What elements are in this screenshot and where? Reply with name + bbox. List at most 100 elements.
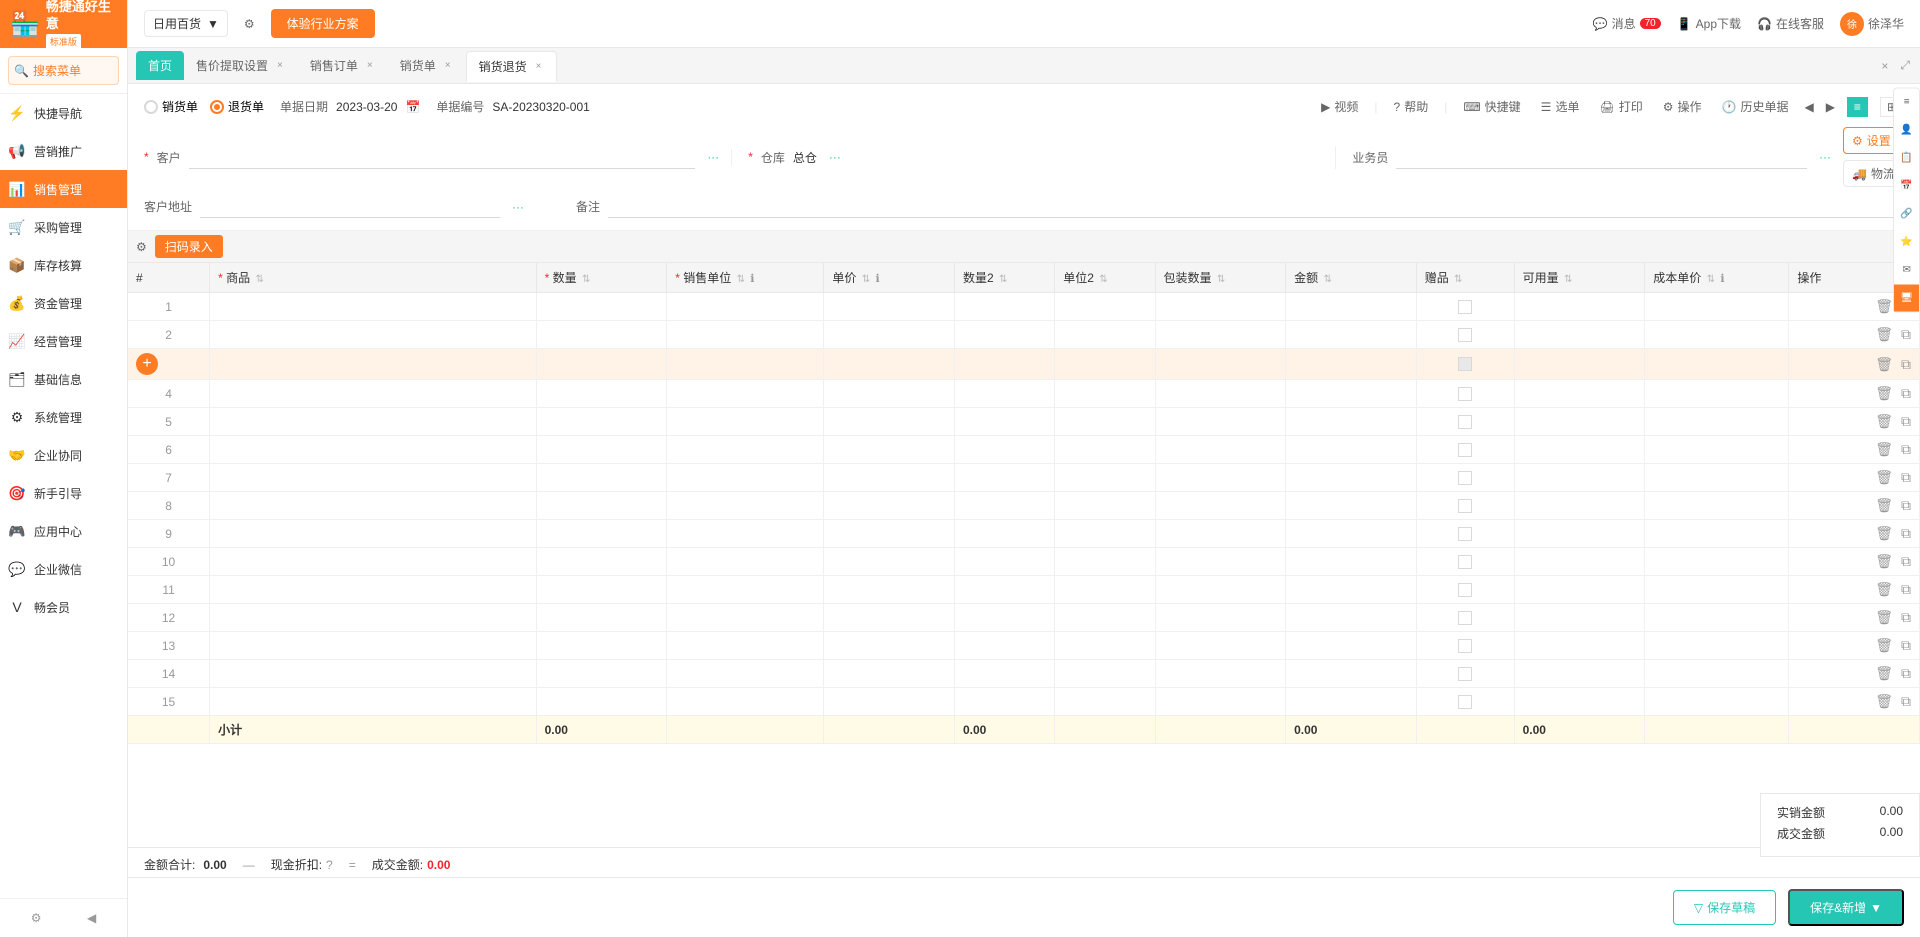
scan-input-btn[interactable]: 扫码录入 — [155, 235, 223, 258]
nav-prev-btn[interactable]: ◀ — [1804, 100, 1813, 114]
table-settings-btn[interactable]: ⚙ — [136, 240, 147, 254]
warehouse-ellipsis-btn[interactable]: ··· — [825, 150, 845, 164]
select-btn[interactable]: ☰ 选单 — [1537, 96, 1584, 117]
sidebar-item-inventory[interactable]: 📦 库存核算 — [0, 246, 127, 284]
save-new-btn[interactable]: 保存&新增 ▼ — [1788, 889, 1904, 926]
copy-btn[interactable]: ⧉ — [1901, 525, 1911, 542]
avail-cell-3[interactable] — [1514, 349, 1645, 380]
amount-cell-3[interactable] — [1286, 349, 1417, 380]
side-panel-3-btn[interactable]: 📋 — [1894, 145, 1919, 172]
qty-cell-1[interactable] — [536, 293, 667, 321]
sidebar-item-apps[interactable]: 🎮 应用中心 — [0, 512, 127, 550]
save-draft-btn[interactable]: ▽ 保存草稿 — [1673, 890, 1776, 925]
cost-cell-3[interactable] — [1645, 349, 1789, 380]
sort-amount-icon[interactable]: ⇅ — [1323, 274, 1331, 285]
copy-btn[interactable]: ⧉ — [1901, 413, 1911, 430]
sidebar-collapse-btn[interactable]: ◀ — [83, 907, 100, 929]
copy-btn[interactable]: ⧉ — [1901, 441, 1911, 458]
sidebar-item-sales[interactable]: 📊 销售管理 — [0, 170, 127, 208]
tab-sales-delivery[interactable]: 销货单 × — [388, 51, 466, 80]
tab-sales-order[interactable]: 销售订单 × — [298, 51, 388, 80]
table-scroll-area[interactable]: # * 商品 ⇅ * 数量 ⇅ * — [128, 263, 1920, 847]
tab-maximize-btn[interactable]: ⤢ — [1898, 56, 1912, 75]
sidebar-item-cooperation[interactable]: 🤝 企业协同 — [0, 436, 127, 474]
sidebar-item-quick-nav[interactable]: ⚡ 快捷导航 — [0, 94, 127, 132]
tab-close-sales-delivery[interactable]: × — [442, 59, 454, 72]
sort-cost-icon[interactable]: ⇅ — [1707, 274, 1715, 285]
sort-qty2-icon[interactable]: ⇅ — [999, 274, 1007, 285]
qty-cell-2[interactable] — [536, 321, 667, 349]
pkg-cell-1[interactable] — [1155, 293, 1286, 321]
sidebar-item-finance[interactable]: 💰 资金管理 — [0, 284, 127, 322]
product-cell-1[interactable] — [210, 293, 536, 321]
note-input[interactable] — [608, 195, 1904, 218]
gift-cell-2[interactable] — [1416, 321, 1514, 349]
copy-row-2-btn[interactable]: ⧉ — [1901, 326, 1911, 343]
side-panel-5-btn[interactable]: 🔗 — [1894, 201, 1919, 228]
sort-gift-icon[interactable]: ⇅ — [1454, 274, 1462, 285]
avail-cell-2[interactable] — [1514, 321, 1645, 349]
copy-btn[interactable]: ⧉ — [1901, 665, 1911, 682]
radio-delivery[interactable]: 销货单 — [144, 98, 198, 115]
copy-btn[interactable]: ⧉ — [1901, 609, 1911, 626]
sidebar-item-system[interactable]: ⚙ 系统管理 — [0, 398, 127, 436]
price-cell-1[interactable] — [824, 293, 955, 321]
tab-close-all-btn[interactable]: × — [1879, 57, 1890, 75]
print-btn[interactable]: 🖨 打印 — [1595, 96, 1646, 117]
cost-cell-2[interactable] — [1645, 321, 1789, 349]
amount-cell-2[interactable] — [1286, 321, 1417, 349]
sidebar-item-marketing[interactable]: 📢 营销推广 — [0, 132, 127, 170]
copy-btn[interactable]: ⧉ — [1901, 693, 1911, 710]
qty2-cell-2[interactable] — [954, 321, 1054, 349]
message-btn[interactable]: 💬 消息 70 — [1593, 15, 1661, 32]
side-panel-8-btn[interactable]: 🖥 — [1894, 285, 1919, 312]
user-menu-btn[interactable]: 徐 徐泽华 — [1840, 12, 1904, 36]
price-info-icon[interactable]: ℹ — [875, 273, 879, 285]
app-download-btn[interactable]: 📱 App下载 — [1677, 15, 1741, 32]
delete-btn[interactable]: 🗑 — [1875, 497, 1893, 514]
nav-next-btn[interactable]: ▶ — [1826, 100, 1835, 114]
cost-cell-1[interactable] — [1645, 293, 1789, 321]
copy-row-3-btn[interactable]: ⧉ — [1901, 356, 1911, 373]
unit-cell-3[interactable] — [667, 349, 824, 380]
delete-btn[interactable]: 🗑 — [1875, 413, 1893, 430]
pkg-cell-3[interactable] — [1155, 349, 1286, 380]
unit2-cell-2[interactable] — [1055, 321, 1155, 349]
delete-row-2-btn[interactable]: 🗑 — [1875, 326, 1893, 343]
trial-btn[interactable]: 体验行业方案 — [271, 9, 375, 38]
copy-btn[interactable]: ⧉ — [1901, 385, 1911, 402]
delete-btn[interactable]: 🗑 — [1875, 469, 1893, 486]
delete-btn[interactable]: 🗑 — [1875, 581, 1893, 598]
product-cell-2[interactable] — [210, 321, 536, 349]
history-btn[interactable]: 🕐 历史单据 — [1717, 96, 1792, 117]
unit-info-icon[interactable]: ℹ — [750, 273, 754, 285]
online-service-btn[interactable]: 🎧 在线客服 — [1757, 15, 1824, 32]
avail-cell-1[interactable] — [1514, 293, 1645, 321]
customer-input[interactable] — [189, 146, 696, 169]
shortcut-btn[interactable]: ⌨ 快捷键 — [1459, 96, 1524, 117]
sort-product-icon[interactable]: ⇅ — [255, 274, 263, 285]
topbar-settings-btn[interactable]: ⚙ — [240, 13, 259, 35]
salesman-input[interactable] — [1396, 146, 1807, 169]
list-view-btn[interactable]: ≡ — [1847, 97, 1868, 117]
help-btn[interactable]: ? 帮助 — [1390, 96, 1433, 117]
copy-btn[interactable]: ⧉ — [1901, 497, 1911, 514]
add-row-btn[interactable]: + — [136, 353, 158, 375]
sort-qty-icon[interactable]: ⇅ — [582, 274, 590, 285]
copy-btn[interactable]: ⧉ — [1901, 637, 1911, 654]
address-ellipsis-btn[interactable]: ··· — [508, 200, 528, 214]
delete-btn[interactable]: 🗑 — [1875, 665, 1893, 682]
tab-close-price-setting[interactable]: × — [274, 59, 286, 72]
unit-cell-1[interactable] — [667, 293, 824, 321]
delete-row-1-btn[interactable]: 🗑 — [1875, 298, 1893, 315]
tab-home[interactable]: 首页 — [136, 51, 184, 80]
calendar-icon[interactable]: 📅 — [405, 100, 420, 114]
video-btn[interactable]: ▶ 视频 — [1317, 96, 1362, 117]
tab-close-sales-return[interactable]: × — [533, 60, 545, 73]
product-input-3[interactable] — [218, 357, 527, 371]
pkg-cell-2[interactable] — [1155, 321, 1286, 349]
side-panel-6-btn[interactable]: ⭐ — [1894, 229, 1919, 256]
sort-price-icon[interactable]: ⇅ — [862, 274, 870, 285]
sidebar-item-guide[interactable]: 🎯 新手引导 — [0, 474, 127, 512]
search-menu-btn[interactable]: 🔍 搜索菜单 — [8, 56, 119, 85]
